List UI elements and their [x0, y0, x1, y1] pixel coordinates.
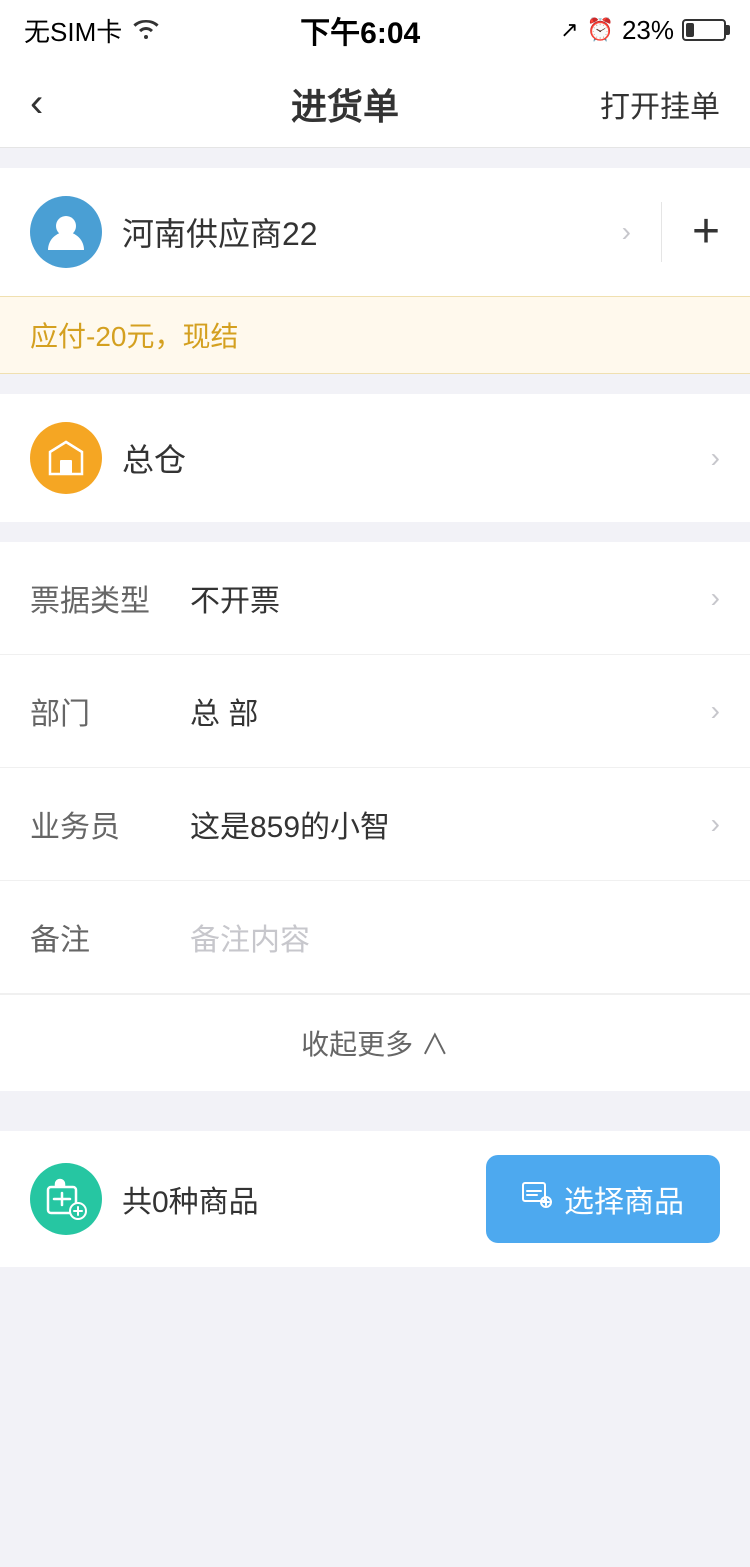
- select-btn-icon: [522, 1182, 552, 1216]
- remark-input[interactable]: 备注内容: [190, 915, 720, 959]
- nav-bar: ‹ 进货单 打开挂单: [0, 60, 750, 148]
- warehouse-section: 总仓 ›: [0, 394, 750, 522]
- warehouse-row[interactable]: 总仓 ›: [0, 394, 750, 522]
- invoice-type-chevron-icon: ›: [711, 582, 720, 614]
- battery-percent: 23%: [622, 15, 674, 46]
- salesman-row[interactable]: 业务员 这是859的小智 ›: [0, 768, 750, 881]
- battery-icon: [682, 19, 726, 41]
- invoice-type-row[interactable]: 票据类型 不开票 ›: [0, 542, 750, 655]
- salesman-value: 这是859的小智: [190, 802, 711, 846]
- location-icon: ↗: [560, 17, 578, 43]
- supplier-row[interactable]: 河南供应商22 › +: [0, 168, 750, 296]
- supplier-section: 河南供应商22 › + 应付-20元，现结: [0, 168, 750, 374]
- carrier-text: 无SIM卡: [24, 12, 122, 49]
- status-bar-right: ↗ ⏰ 23%: [560, 15, 726, 46]
- salesman-chevron-icon: ›: [711, 808, 720, 840]
- department-row[interactable]: 部门 总 部 ›: [0, 655, 750, 768]
- department-label: 部门: [30, 689, 170, 733]
- alarm-icon: ⏰: [587, 17, 614, 43]
- remark-label: 备注: [30, 915, 170, 959]
- product-count: 共0种商品: [122, 1177, 466, 1221]
- form-section: 票据类型 不开票 › 部门 总 部 › 业务员 这是859的小智 › 备注 备注…: [0, 542, 750, 1091]
- notice-banner: 应付-20元，现结: [0, 296, 750, 374]
- warehouse-name: 总仓: [122, 435, 711, 481]
- section-gap-4: [0, 1091, 750, 1111]
- supplier-actions: › +: [622, 202, 720, 262]
- department-value: 总 部: [190, 689, 711, 733]
- invoice-type-value: 不开票: [190, 576, 711, 620]
- supplier-avatar: [30, 196, 102, 268]
- status-bar-left: 无SIM卡: [24, 12, 160, 49]
- supplier-name: 河南供应商22: [122, 209, 622, 255]
- select-product-button[interactable]: 选择商品: [486, 1155, 720, 1243]
- vertical-divider: [661, 202, 662, 262]
- wifi-icon: [132, 15, 160, 46]
- collapse-row[interactable]: 收起更多 ∧: [0, 994, 750, 1091]
- section-gap-1: [0, 148, 750, 168]
- status-bar: 无SIM卡 下午6:04 ↗ ⏰ 23%: [0, 0, 750, 60]
- status-bar-time: 下午6:04: [300, 8, 420, 52]
- section-gap-3: [0, 522, 750, 542]
- department-chevron-icon: ›: [711, 695, 720, 727]
- supplier-chevron-icon: ›: [622, 216, 631, 248]
- remark-row[interactable]: 备注 备注内容: [0, 881, 750, 994]
- collapse-text: 收起更多 ∧: [301, 1023, 449, 1063]
- warehouse-chevron-icon: ›: [711, 442, 720, 474]
- invoice-type-label: 票据类型: [30, 576, 170, 620]
- open-pending-button[interactable]: 打开挂单: [600, 82, 720, 126]
- salesman-label: 业务员: [30, 802, 170, 846]
- warehouse-icon: [30, 422, 102, 494]
- add-supplier-button[interactable]: +: [692, 208, 720, 256]
- product-icon: [30, 1163, 102, 1235]
- page-title: 进货单: [291, 78, 399, 130]
- notice-text: 应付-20元，现结: [30, 321, 238, 352]
- bottom-bar: 共0种商品 选择商品: [0, 1131, 750, 1267]
- page-background: [0, 1267, 750, 1567]
- section-gap-2: [0, 374, 750, 394]
- back-button[interactable]: ‹: [30, 81, 90, 126]
- select-btn-label: 选择商品: [564, 1177, 684, 1221]
